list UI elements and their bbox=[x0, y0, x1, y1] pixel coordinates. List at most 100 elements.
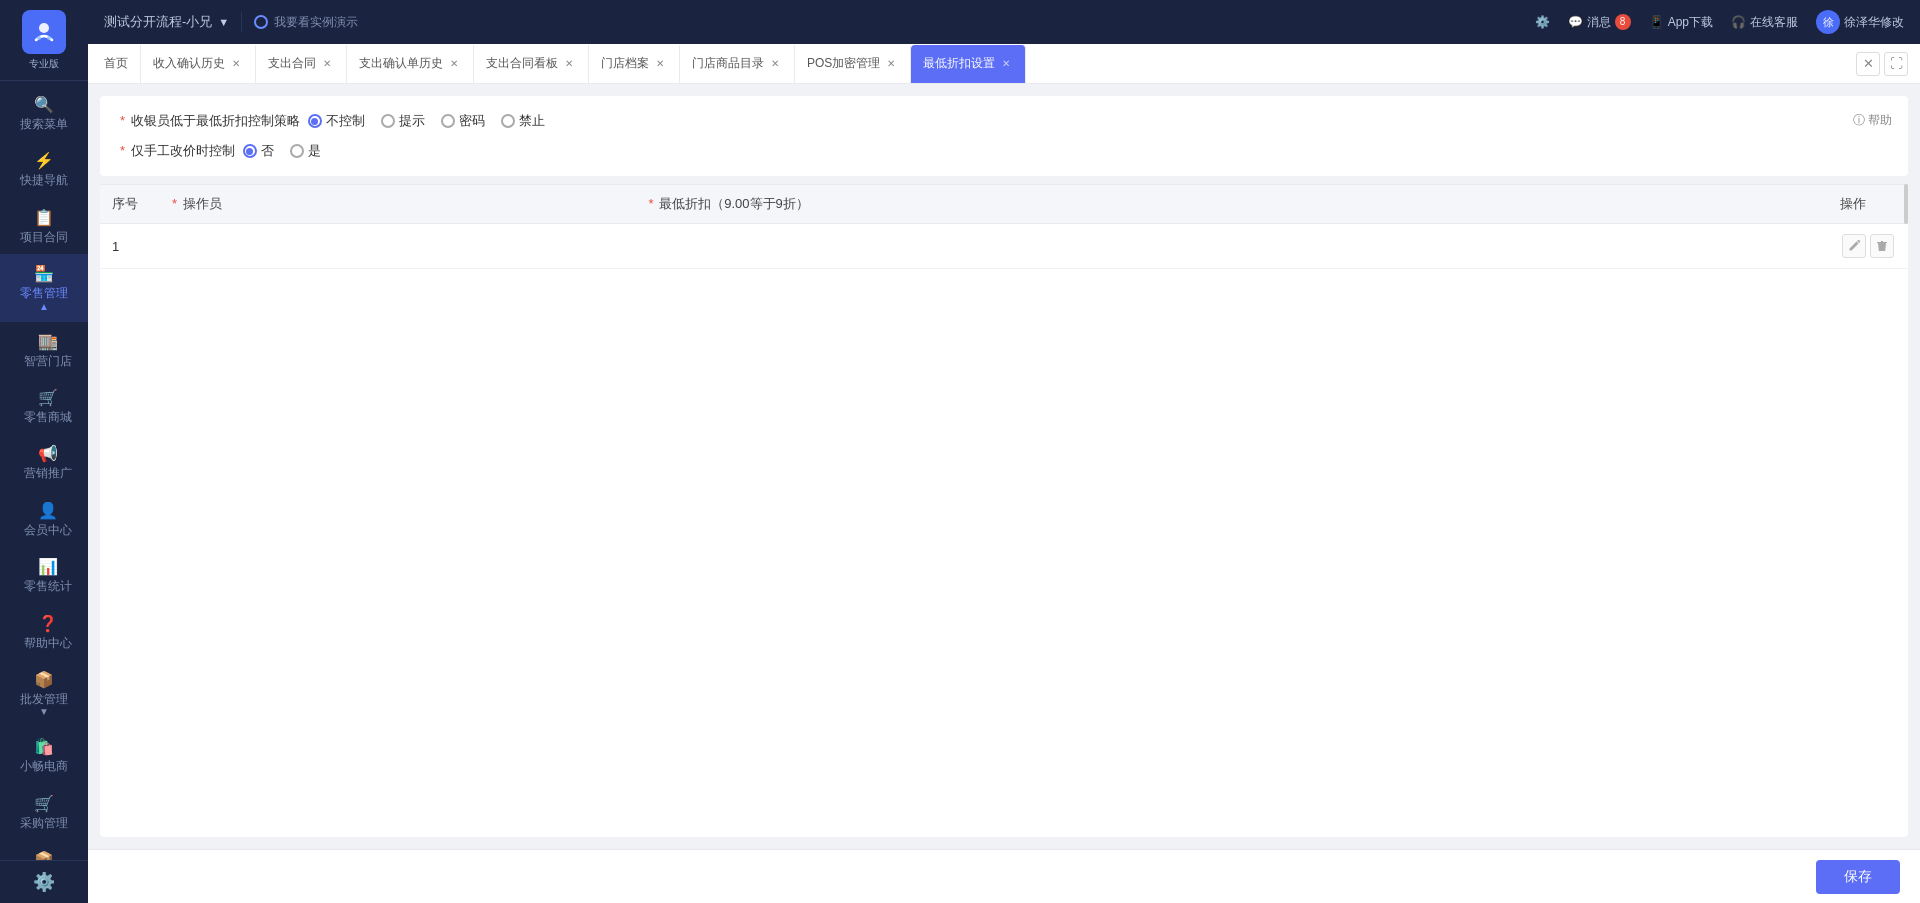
tab-expand-button[interactable]: ⛶ bbox=[1884, 52, 1908, 76]
tab-store-catalog-close[interactable]: ✕ bbox=[768, 57, 782, 71]
ecommerce-icon: 🛍️ bbox=[34, 737, 54, 756]
sidebar-item-wholesale-mgmt[interactable]: 📦 批发管理 ▼ bbox=[0, 660, 88, 727]
topbar-right: ⚙️ 💬 消息 8 📱 App下载 🎧 在线客服 徐 徐泽华修改 bbox=[1535, 10, 1904, 34]
app-version-label: 专业版 bbox=[29, 58, 59, 70]
topbar: 测试分开流程-小兄 ▼ 我要看实例演示 ⚙️ 💬 消息 8 📱 App下载 🎧 bbox=[88, 0, 1920, 44]
table-scrollbar[interactable] bbox=[1904, 184, 1908, 224]
sidebar-item-retail-stats[interactable]: 📊 零售统计 bbox=[0, 547, 88, 603]
demo-link[interactable]: 我要看实例演示 bbox=[254, 14, 358, 31]
app-logo-icon bbox=[22, 10, 66, 54]
tab-min-discount-close[interactable]: ✕ bbox=[999, 57, 1013, 71]
message-icon: 💬 bbox=[1568, 15, 1583, 29]
project-contract-icon: 📋 bbox=[34, 208, 54, 227]
tab-expense-kanban[interactable]: 支出合同看板 ✕ bbox=[474, 45, 589, 83]
tab-min-discount[interactable]: 最低折扣设置 ✕ bbox=[911, 45, 1026, 83]
sidebar-item-retail-mall[interactable]: 🛒 零售商城 bbox=[0, 378, 88, 434]
cell-action bbox=[1828, 224, 1908, 269]
main-area: 测试分开流程-小兄 ▼ 我要看实例演示 ⚙️ 💬 消息 8 📱 App下载 🎧 bbox=[88, 0, 1920, 903]
save-button[interactable]: 保存 bbox=[1816, 860, 1900, 894]
retail-mgmt-icon: 🏪 bbox=[34, 264, 54, 283]
tab-store-archive-label: 门店档案 bbox=[601, 55, 649, 72]
radio-no-circle bbox=[243, 144, 257, 158]
tab-expense-contract[interactable]: 支出合同 ✕ bbox=[256, 45, 347, 83]
tab-expense-confirm-history-close[interactable]: ✕ bbox=[447, 57, 461, 71]
project-selector[interactable]: 测试分开流程-小兄 ▼ bbox=[104, 13, 229, 31]
table-card: 序号 * 操作员 * 最低折扣（9.00等于9折） bbox=[100, 184, 1908, 837]
sidebar-item-smart-store[interactable]: 🏬 智营门店 bbox=[0, 322, 88, 378]
tab-expense-kanban-close[interactable]: ✕ bbox=[562, 57, 576, 71]
retail-mgmt-expand-icon: ▲ bbox=[39, 301, 49, 312]
tab-store-archive[interactable]: 门店档案 ✕ bbox=[589, 45, 680, 83]
topbar-message[interactable]: 💬 消息 8 bbox=[1568, 14, 1631, 31]
help-label: 帮助 bbox=[1868, 112, 1892, 129]
tab-pos-encrypt-close[interactable]: ✕ bbox=[884, 57, 898, 71]
sidebar-item-purchase-mgmt[interactable]: 🛒 采购管理 bbox=[0, 784, 88, 840]
help-button[interactable]: ⓘ 帮助 bbox=[1853, 112, 1892, 129]
sidebar-item-ecommerce[interactable]: 🛍️ 小畅电商 bbox=[0, 727, 88, 783]
radio-no-control-circle bbox=[308, 114, 322, 128]
sidebar-label-ecommerce: 小畅电商 bbox=[20, 759, 68, 773]
tab-expense-confirm-history[interactable]: 支出确认单历史 ✕ bbox=[347, 45, 474, 83]
sidebar-label-retail-stats: 零售统计 bbox=[24, 579, 72, 593]
sidebar-item-project-contract[interactable]: 📋 项目合同 bbox=[0, 198, 88, 254]
user-avatar-icon: 徐 bbox=[1816, 10, 1840, 34]
discount-policy-radio-group: 不控制 提示 密码 禁止 bbox=[308, 112, 545, 130]
message-badge: 8 bbox=[1615, 14, 1631, 30]
tab-pos-encrypt-label: POS加密管理 bbox=[807, 55, 880, 72]
sidebar-item-inventory[interactable]: 📦 库存核算 bbox=[0, 840, 88, 860]
tab-store-archive-close[interactable]: ✕ bbox=[653, 57, 667, 71]
tab-store-catalog[interactable]: 门店商品目录 ✕ bbox=[680, 45, 795, 83]
radio-forbid[interactable]: 禁止 bbox=[501, 112, 545, 130]
table-header-row: 序号 * 操作员 * 最低折扣（9.00等于9折） bbox=[100, 185, 1908, 224]
purchase-mgmt-icon: 🛒 bbox=[34, 794, 54, 813]
project-name: 测试分开流程-小兄 bbox=[104, 13, 212, 31]
radio-forbid-circle bbox=[501, 114, 515, 128]
row-action-buttons bbox=[1840, 234, 1896, 258]
sidebar-label-smart-store: 智营门店 bbox=[24, 354, 72, 368]
radio-no[interactable]: 否 bbox=[243, 142, 274, 160]
topbar-settings[interactable]: ⚙️ bbox=[1535, 15, 1550, 29]
sidebar-item-marketing[interactable]: 📢 营销推广 bbox=[0, 434, 88, 490]
cell-operator bbox=[160, 224, 637, 269]
help-center-icon: ❓ bbox=[38, 614, 58, 633]
table-row: 1 bbox=[100, 224, 1908, 269]
demo-circle-icon bbox=[254, 15, 268, 29]
settings-gear-icon: ⚙️ bbox=[1535, 15, 1550, 29]
settings-button[interactable]: ⚙️ bbox=[33, 871, 55, 893]
sidebar-item-retail-mgmt[interactable]: 🏪 零售管理 ▲ bbox=[0, 254, 88, 321]
topbar-app-download[interactable]: 📱 App下载 bbox=[1649, 14, 1713, 31]
sidebar-label-search: 搜索菜单 bbox=[20, 117, 68, 131]
tab-expense-contract-close[interactable]: ✕ bbox=[320, 57, 334, 71]
inventory-icon: 📦 bbox=[34, 850, 54, 860]
sidebar-label-help-center: 帮助中心 bbox=[24, 636, 72, 650]
row-edit-button[interactable] bbox=[1842, 234, 1866, 258]
tab-close-all-button[interactable]: ✕ bbox=[1856, 52, 1880, 76]
th-discount: * 最低折扣（9.00等于9折） bbox=[637, 185, 1828, 224]
radio-prompt[interactable]: 提示 bbox=[381, 112, 425, 130]
help-circle-icon: ⓘ bbox=[1853, 112, 1865, 129]
radio-yes-label: 是 bbox=[308, 142, 321, 160]
sidebar-item-help-center[interactable]: ❓ 帮助中心 bbox=[0, 604, 88, 660]
row-delete-button[interactable] bbox=[1870, 234, 1894, 258]
tab-expense-kanban-label: 支出合同看板 bbox=[486, 55, 558, 72]
th-operator-star: * bbox=[172, 196, 177, 211]
tab-income-history-close[interactable]: ✕ bbox=[229, 57, 243, 71]
sidebar-item-member-center[interactable]: 👤 会员中心 bbox=[0, 491, 88, 547]
sidebar-item-quick-nav[interactable]: ⚡ 快捷导航 bbox=[0, 141, 88, 197]
tab-pos-encrypt[interactable]: POS加密管理 ✕ bbox=[795, 45, 911, 83]
sidebar: 专业版 🔍 搜索菜单 ⚡ 快捷导航 📋 项目合同 🏪 零售管理 ▲ 🏬 智营门店… bbox=[0, 0, 88, 903]
save-bar: 保存 bbox=[88, 849, 1920, 903]
sidebar-logo: 专业版 bbox=[0, 0, 88, 81]
radio-no-control[interactable]: 不控制 bbox=[308, 112, 365, 130]
topbar-user[interactable]: 徐 徐泽华修改 bbox=[1816, 10, 1904, 34]
search-menu-icon: 🔍 bbox=[34, 95, 54, 114]
required-star-1: * bbox=[120, 113, 125, 128]
tab-expense-contract-label: 支出合同 bbox=[268, 55, 316, 72]
radio-prompt-circle bbox=[381, 114, 395, 128]
tab-home[interactable]: 首页 bbox=[92, 45, 141, 83]
topbar-customer-service[interactable]: 🎧 在线客服 bbox=[1731, 14, 1798, 31]
radio-password[interactable]: 密码 bbox=[441, 112, 485, 130]
sidebar-item-search[interactable]: 🔍 搜索菜单 bbox=[0, 85, 88, 141]
radio-yes[interactable]: 是 bbox=[290, 142, 321, 160]
tab-income-history[interactable]: 收入确认历史 ✕ bbox=[141, 45, 256, 83]
